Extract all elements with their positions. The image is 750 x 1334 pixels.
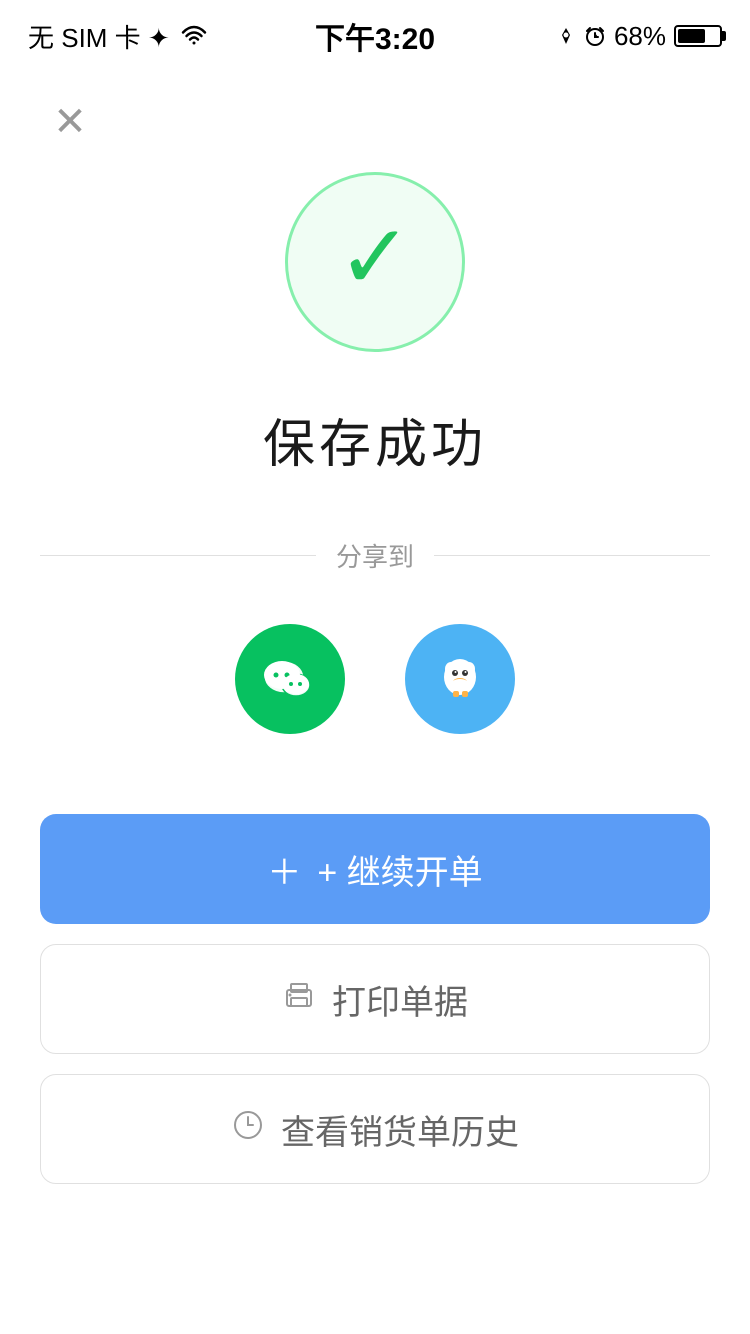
- alarm-icon: [584, 25, 606, 47]
- share-section: 分享到: [40, 537, 710, 574]
- history-label: 查看销货单历史: [281, 1105, 519, 1154]
- history-button[interactable]: 查看销货单历史: [40, 1074, 710, 1184]
- wechat-icon: [258, 647, 323, 712]
- print-icon: [282, 978, 316, 1021]
- status-time: 下午3:20: [315, 14, 435, 58]
- clock-icon: [231, 1108, 265, 1151]
- wechat-share-button[interactable]: [235, 624, 345, 734]
- close-icon: ✕: [53, 102, 87, 142]
- status-left: 无 SIM 卡 ✦: [28, 18, 208, 55]
- share-label: 分享到: [316, 537, 434, 574]
- location-icon: [556, 26, 576, 46]
- continue-button[interactable]: ＋ + 继续开单: [40, 814, 710, 924]
- plus-icon: ＋: [267, 845, 301, 894]
- sim-status: 无 SIM 卡 ✦: [28, 18, 170, 55]
- action-buttons: ＋ + 继续开单 打印单据 查看销货单历史: [40, 814, 710, 1204]
- continue-label: + 继续开单: [317, 845, 482, 894]
- success-title: 保存成功: [263, 402, 487, 477]
- close-button[interactable]: ✕: [40, 92, 100, 152]
- checkmark-icon: ✓: [337, 213, 412, 303]
- wifi-icon: [180, 25, 208, 47]
- print-button[interactable]: 打印单据: [40, 944, 710, 1054]
- print-label: 打印单据: [332, 975, 468, 1024]
- success-circle: ✓: [285, 172, 465, 352]
- battery-icon: [674, 25, 722, 47]
- qq-icon: [428, 647, 493, 712]
- battery-percent: 68%: [614, 21, 666, 52]
- main-content: ✕ ✓ 保存成功 分享到: [0, 72, 750, 1334]
- share-icons: [235, 624, 515, 734]
- status-bar: 无 SIM 卡 ✦ 下午3:20 68%: [0, 0, 750, 72]
- qq-share-button[interactable]: [405, 624, 515, 734]
- status-right: 68%: [556, 21, 722, 52]
